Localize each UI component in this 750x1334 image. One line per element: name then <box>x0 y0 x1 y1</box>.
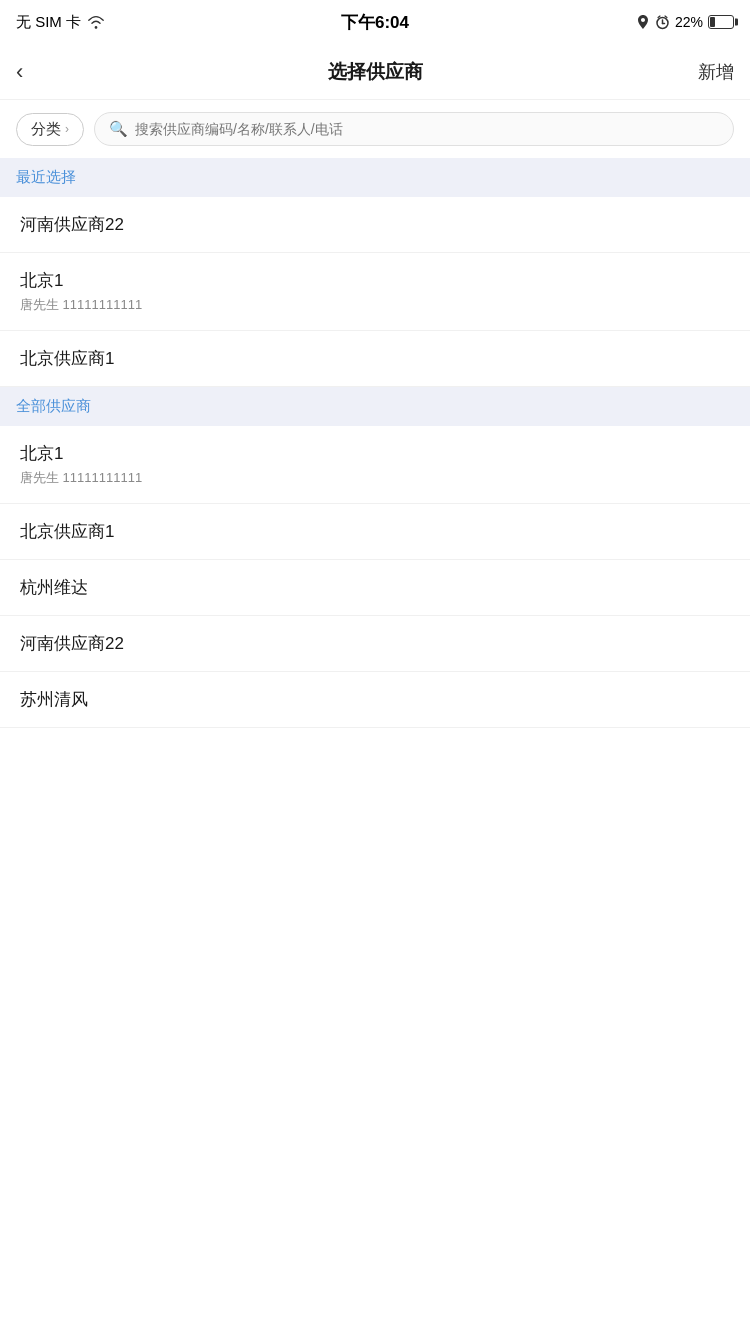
status-right: 22% <box>636 14 734 30</box>
list-item[interactable]: 北京供应商1 <box>0 331 750 387</box>
list-item[interactable]: 杭州维达 <box>0 560 750 616</box>
all-items-list: 北京1 唐先生 11111111111 北京供应商1 杭州维达 河南供应商22 … <box>0 426 750 728</box>
battery-icon <box>708 15 734 29</box>
list-item[interactable]: 河南供应商22 <box>0 616 750 672</box>
svg-line-4 <box>665 16 667 18</box>
filter-bar: 分类 › 🔍 <box>0 100 750 158</box>
status-time: 下午6:04 <box>341 11 409 34</box>
item-name: 河南供应商22 <box>20 632 730 655</box>
list-item[interactable]: 北京供应商1 <box>0 504 750 560</box>
item-name: 杭州维达 <box>20 576 730 599</box>
search-input[interactable] <box>135 121 719 137</box>
chevron-right-icon: › <box>65 122 69 136</box>
status-bar: 无 SIM 卡 下午6:04 22% <box>0 0 750 44</box>
recent-section-header: 最近选择 <box>0 158 750 197</box>
battery-percent: 22% <box>675 14 703 30</box>
item-name: 北京供应商1 <box>20 347 730 370</box>
nav-bar: ‹ 选择供应商 新增 <box>0 44 750 100</box>
page-title: 选择供应商 <box>328 59 423 85</box>
alarm-icon <box>655 15 670 30</box>
recent-section-label: 最近选择 <box>16 168 76 185</box>
item-name: 北京1 <box>20 442 730 465</box>
list-item[interactable]: 北京1 唐先生 11111111111 <box>0 426 750 504</box>
item-name: 北京供应商1 <box>20 520 730 543</box>
category-label: 分类 <box>31 120 61 139</box>
status-left: 无 SIM 卡 <box>16 13 105 32</box>
search-box: 🔍 <box>94 112 734 146</box>
list-item[interactable]: 苏州清风 <box>0 672 750 728</box>
wifi-icon <box>87 15 105 29</box>
back-button[interactable]: ‹ <box>8 51 31 93</box>
category-filter-button[interactable]: 分类 › <box>16 113 84 146</box>
all-section-header: 全部供应商 <box>0 387 750 426</box>
add-button[interactable]: 新增 <box>698 60 734 84</box>
list-item[interactable]: 河南供应商22 <box>0 197 750 253</box>
location-icon <box>636 14 650 30</box>
item-subtitle: 唐先生 11111111111 <box>20 469 730 487</box>
item-subtitle: 唐先生 11111111111 <box>20 296 730 314</box>
svg-line-3 <box>658 16 660 18</box>
item-name: 河南供应商22 <box>20 213 730 236</box>
all-section-label: 全部供应商 <box>16 397 91 414</box>
item-name: 北京1 <box>20 269 730 292</box>
carrier-text: 无 SIM 卡 <box>16 13 81 32</box>
recent-items-list: 河南供应商22 北京1 唐先生 11111111111 北京供应商1 <box>0 197 750 387</box>
search-icon: 🔍 <box>109 120 128 138</box>
item-name: 苏州清风 <box>20 688 730 711</box>
list-item[interactable]: 北京1 唐先生 11111111111 <box>0 253 750 331</box>
